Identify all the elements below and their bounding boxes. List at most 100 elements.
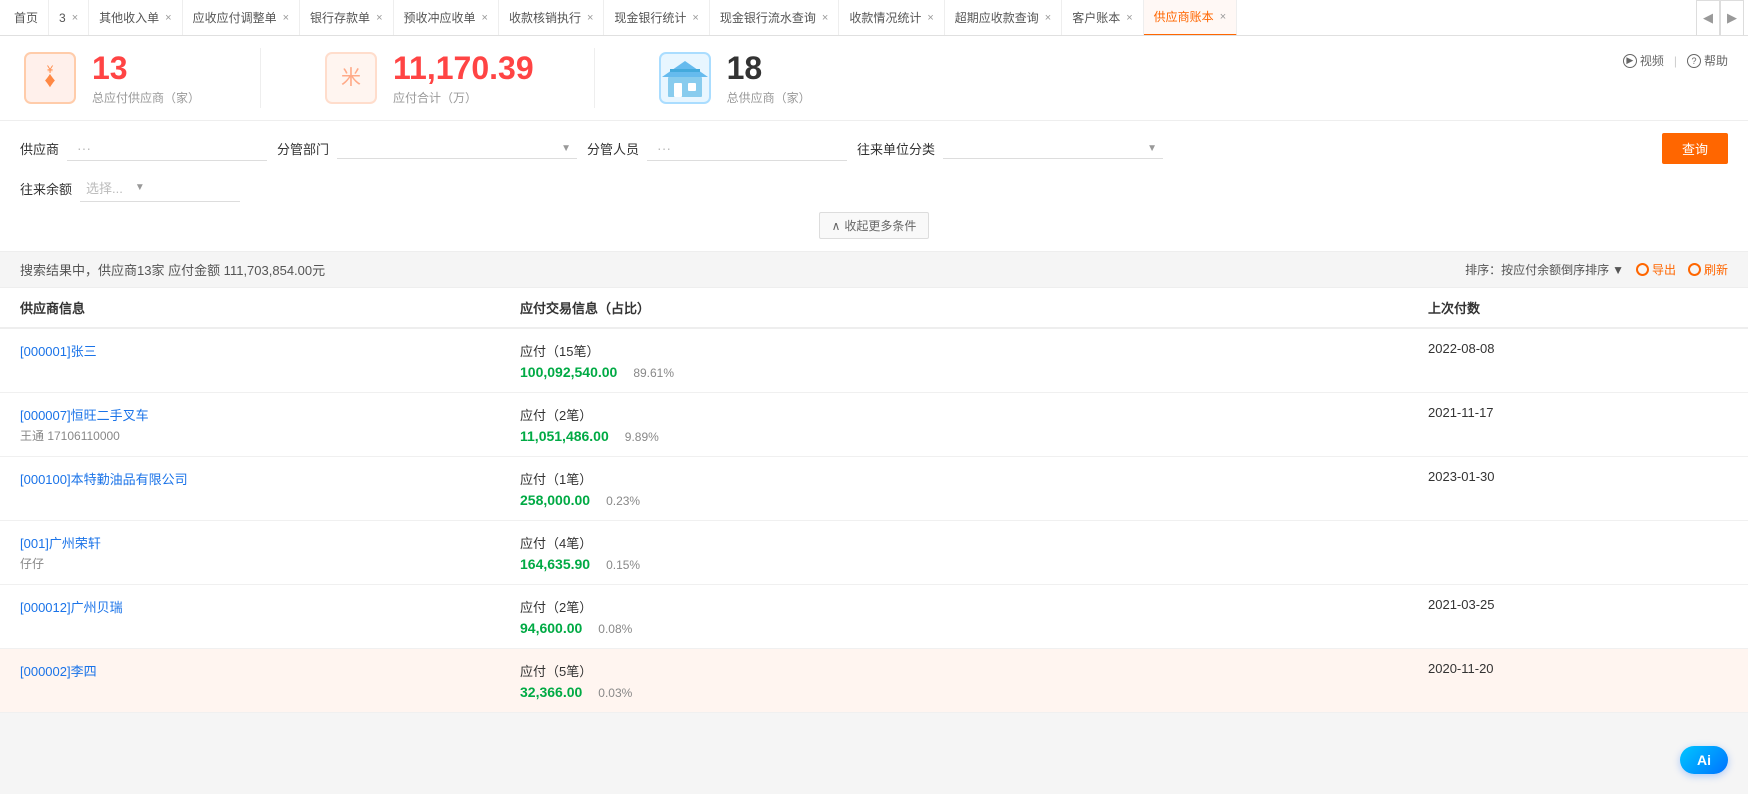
- tx-row-000007: 11,051,486.00 9.89%: [520, 424, 1428, 444]
- tx-amount-000002[interactable]: 32,366.00: [520, 684, 582, 700]
- ai-label: Ai: [1697, 752, 1711, 768]
- last-pay-date-000002: 2020-11-20: [1428, 661, 1494, 676]
- tx-label-000012: 应付（2笔）: [520, 597, 1428, 616]
- dept-chevron-icon: ▼: [561, 143, 571, 154]
- supplier-icon: ♦ ¥: [20, 48, 80, 108]
- nav-tab-home[interactable]: 首页: [4, 0, 49, 36]
- help-links: ▶ 视频 | ? 帮助: [1623, 52, 1728, 69]
- nav-tab-cash-bank-flow-close[interactable]: ×: [822, 12, 828, 24]
- supplier-link-000007[interactable]: [000007]恒旺二手叉车: [20, 408, 149, 423]
- nav-tab-cash-bank-flow[interactable]: 现金银行流水查询 ×: [710, 0, 839, 36]
- nav-tab-receipt-stat-close[interactable]: ×: [927, 12, 933, 24]
- nav-tab-bank-deposit[interactable]: 银行存款单 ×: [300, 0, 393, 36]
- tx-percent-001: 0.15%: [606, 558, 640, 572]
- data-table: 供应商信息 应付交易信息（占比） 上次付数 [000001]张三 应付（15笔）…: [0, 288, 1748, 713]
- nav-arrow-right[interactable]: ▶: [1720, 0, 1744, 36]
- nav-tab-other-income[interactable]: 其他收入单 ×: [89, 0, 182, 36]
- last-pay-date-000001: 2022-08-08: [1428, 341, 1495, 356]
- ap-icon: 米: [321, 48, 381, 108]
- filter-supplier-label: 供应商: [20, 139, 59, 158]
- nav-tab-customer-account[interactable]: 客户账本 ×: [1062, 0, 1143, 36]
- nav-tab-prepay-rush-close[interactable]: ×: [482, 12, 488, 24]
- tx-amount-000012[interactable]: 94,600.00: [520, 620, 582, 636]
- supplier-link-001[interactable]: [001]广州荣轩: [20, 536, 101, 551]
- lastpay-col-000012: 2021-03-25: [1428, 597, 1728, 612]
- export-button[interactable]: 导出: [1636, 261, 1676, 278]
- ai-button[interactable]: Ai: [1680, 746, 1728, 774]
- last-pay-date-000100: 2023-01-30: [1428, 469, 1495, 484]
- stat-item-total-ap: 米 11,170.39 应付合计（万）: [321, 48, 534, 108]
- stat-text-suppliers: 13 总应付供应商（家）: [92, 50, 200, 106]
- nav-tab-3[interactable]: 3 ×: [49, 0, 89, 36]
- nav-tab-ap-adjustment-label: 应收应付调整单: [193, 9, 277, 26]
- supplier-link-000012[interactable]: [000012]广州贝瑞: [20, 600, 123, 615]
- col-header-lastpay: 上次付数: [1428, 298, 1728, 317]
- nav-tab-3-label: 3: [59, 11, 66, 25]
- tx-info-col: 应付（2笔） 94,600.00 0.08%: [520, 597, 1428, 636]
- nav-tab-cash-bank-stat-close[interactable]: ×: [692, 12, 698, 24]
- balance-select-btn[interactable]: 选择... ▼: [80, 174, 240, 202]
- top-navigation: 首页 3 × 其他收入单 × 应收应付调整单 × 银行存款单 × 预收冲应收单 …: [0, 0, 1748, 36]
- nav-tab-overdue-query-label: 超期应收款查询: [955, 9, 1039, 26]
- supplier-link-000002[interactable]: [000002]李四: [20, 664, 97, 679]
- nav-tab-other-income-close[interactable]: ×: [165, 12, 171, 24]
- tx-info-col: 应付（1笔） 258,000.00 0.23%: [520, 469, 1428, 508]
- store-icon: [655, 48, 715, 108]
- nav-tab-overdue-query[interactable]: 超期应收款查询 ×: [945, 0, 1062, 36]
- lastpay-col-000001: 2022-08-08: [1428, 341, 1728, 356]
- tx-amount-001[interactable]: 164,635.90: [520, 556, 590, 572]
- nav-tab-3-close[interactable]: ×: [72, 12, 78, 24]
- nav-tab-bank-deposit-close[interactable]: ×: [376, 12, 382, 24]
- collapse-button[interactable]: ∧ 收起更多条件: [819, 212, 930, 239]
- tx-percent-000001: 89.61%: [633, 366, 674, 380]
- sort-button[interactable]: 排序：按应付余额倒序排序 ▼: [1465, 261, 1624, 278]
- nav-tab-prepay-rush[interactable]: 预收冲应收单 ×: [394, 0, 499, 36]
- nav-tab-supplier-account[interactable]: 供应商账本 ×: [1144, 0, 1237, 36]
- video-help-link[interactable]: ▶ 视频: [1623, 52, 1664, 69]
- nav-tab-supplier-account-close[interactable]: ×: [1220, 11, 1226, 23]
- tx-amount-000100[interactable]: 258,000.00: [520, 492, 590, 508]
- supplier-sub-text-000007: 王通 17106110000: [20, 427, 520, 444]
- nav-tab-other-income-label: 其他收入单: [99, 9, 159, 26]
- balance-placeholder: 选择...: [86, 178, 123, 197]
- table-row: [000100]本特勤油品有限公司 应付（1笔） 258,000.00 0.23…: [0, 457, 1748, 521]
- query-button[interactable]: 查询: [1662, 133, 1728, 164]
- nav-tab-overdue-query-close[interactable]: ×: [1045, 12, 1051, 24]
- supplier-link-000100[interactable]: [000100]本特勤油品有限公司: [20, 472, 188, 487]
- table-row: [001]广州荣轩 仔仔 应付（4笔） 164,635.90 0.15%: [0, 521, 1748, 585]
- nav-tab-bank-deposit-label: 银行存款单: [310, 9, 370, 26]
- supplier-link-000001[interactable]: [000001]张三: [20, 344, 97, 359]
- table-row: [000007]恒旺二手叉车 王通 17106110000 应付（2笔） 11,…: [0, 393, 1748, 457]
- tx-amount-000001[interactable]: 100,092,540.00: [520, 364, 617, 380]
- nav-arrow-left[interactable]: ◀: [1696, 0, 1720, 36]
- supplier-info-col: [000100]本特勤油品有限公司: [20, 469, 520, 488]
- nav-tab-cash-bank-stat[interactable]: 现金银行统计 ×: [604, 0, 709, 36]
- nav-tab-receipt-verify-close[interactable]: ×: [587, 12, 593, 24]
- nav-tab-receipt-stat[interactable]: 收款情况统计 ×: [839, 0, 944, 36]
- tx-label-001: 应付（4笔）: [520, 533, 1428, 552]
- supplier-info-col: [000012]广州贝瑞: [20, 597, 520, 616]
- supplier-select-btn[interactable]: ···: [67, 136, 267, 161]
- nav-tab-ap-adjustment[interactable]: 应收应付调整单 ×: [183, 0, 300, 36]
- supplier-info-col: [000002]李四: [20, 661, 520, 680]
- tx-row-000001: 100,092,540.00 89.61%: [520, 360, 1428, 380]
- nav-tab-customer-account-close[interactable]: ×: [1126, 12, 1132, 24]
- filter-balance-label: 往来余额: [20, 179, 72, 198]
- supplier-info-col: [000007]恒旺二手叉车 王通 17106110000: [20, 405, 520, 444]
- unit-class-select-btn[interactable]: ▼: [943, 139, 1163, 159]
- nav-tab-ap-adjustment-close[interactable]: ×: [283, 12, 289, 24]
- dept-select-btn[interactable]: ▼: [337, 139, 577, 159]
- stat-num-total-suppliers: 18: [727, 50, 811, 87]
- tx-label-000007: 应付（2笔）: [520, 405, 1428, 424]
- tx-label-000100: 应付（1笔）: [520, 469, 1428, 488]
- stat-item-suppliers: ♦ ¥ 13 总应付供应商（家）: [20, 48, 200, 108]
- person-select-btn[interactable]: ···: [647, 136, 847, 161]
- col-header-tx: 应付交易信息（占比）: [520, 298, 1428, 317]
- collapse-up-icon: ∧: [832, 219, 841, 233]
- sort-label: 排序：按应付余额倒序排序: [1465, 261, 1609, 278]
- stat-label-total-suppliers: 总供应商（家）: [727, 89, 811, 106]
- help-link[interactable]: ? 帮助: [1687, 52, 1728, 69]
- refresh-button[interactable]: 刷新: [1688, 261, 1728, 278]
- tx-amount-000007[interactable]: 11,051,486.00: [520, 428, 609, 444]
- nav-tab-receipt-verify[interactable]: 收款核销执行 ×: [499, 0, 604, 36]
